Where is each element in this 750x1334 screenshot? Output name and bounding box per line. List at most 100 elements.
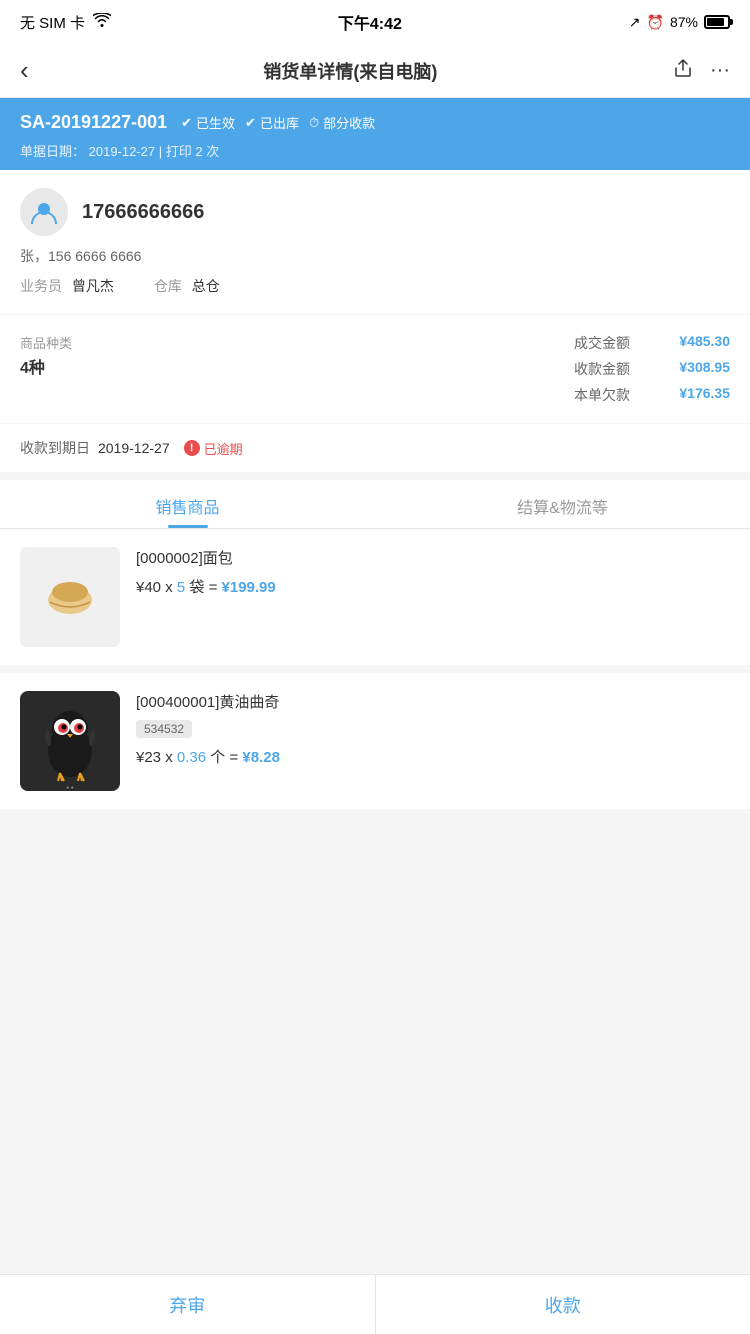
overdue-text: 已逾期	[204, 439, 243, 458]
wifi-icon	[93, 13, 111, 31]
status-activated: ✔ 已生效	[181, 113, 235, 132]
status-activated-label: 已生效	[196, 113, 235, 132]
customer-phone: 17666666666	[82, 201, 204, 224]
status-bar: 无 SIM 卡 下午4:42 ↗ ⏰ 87%	[0, 0, 750, 44]
warehouse-label: 仓库	[154, 278, 182, 294]
back-button[interactable]: ‹	[20, 55, 29, 86]
product-item-2: ● ● [000400001]黄油曲奇 534532 ¥23 x 0.36 个 …	[0, 673, 750, 809]
tabs-container: 销售商品 结算&物流等	[0, 480, 750, 529]
nav-bar: ‹ 销货单详情(来自电脑) ···	[0, 44, 750, 98]
alarm-icon: ⏰	[647, 14, 664, 31]
customer-top: 17666666666	[20, 188, 730, 236]
stats-right: 成交金额 ¥485.30 收款金额 ¥308.95 本单欠款 ¥176.35	[574, 333, 730, 405]
order-id: SA-20191227-001	[20, 112, 167, 133]
deal-amount-row: 成交金额 ¥485.30	[574, 333, 730, 353]
due-date: 2019-12-27	[98, 440, 170, 456]
overdue-badge: ! 已逾期	[184, 439, 243, 458]
product-price-1: ¥40 x 5 袋 = ¥199.99	[136, 576, 730, 597]
debt-amount-label: 本单欠款	[574, 385, 630, 405]
total-2: ¥8.28	[242, 749, 280, 766]
tab-products[interactable]: 销售商品	[0, 480, 375, 528]
bottom-spacer	[0, 817, 750, 887]
product-info-1: [0000002]面包 ¥40 x 5 袋 = ¥199.99	[136, 547, 730, 597]
product-info-2: [000400001]黄油曲奇 534532 ¥23 x 0.36 个 = ¥8…	[136, 691, 730, 767]
cancel-label: 弃审	[169, 1292, 205, 1318]
product-code-2: [000400001]	[136, 694, 219, 711]
price-1: ¥40	[136, 579, 161, 596]
product-title-2: 黄油曲奇	[219, 694, 279, 711]
due-section: 收款到期日 2019-12-27 ! 已逾期	[0, 424, 750, 472]
cancel-button[interactable]: 弃审	[0, 1275, 376, 1334]
svg-text:● ●: ● ●	[66, 785, 73, 791]
tab-settlement[interactable]: 结算&物流等	[375, 480, 750, 528]
order-date: 2019-12-27	[89, 144, 156, 159]
deal-amount-value: ¥485.30	[650, 333, 730, 353]
clock-icon: ⏱	[309, 115, 319, 131]
product-type-label: 商品种类	[20, 333, 72, 352]
product-code-1: [0000002]	[136, 550, 203, 567]
status-left: 无 SIM 卡	[20, 12, 111, 33]
receipt-amount-row: 收款金额 ¥308.95	[574, 359, 730, 379]
receipt-amount-value: ¥308.95	[650, 359, 730, 379]
status-tags: ✔ 已生效 ✔ 已出库 ⏱ 部分收款	[181, 113, 375, 132]
salesperson-value: 曾凡杰	[72, 278, 114, 294]
bottom-bar: 弃审 收款	[0, 1274, 750, 1334]
tab-products-label: 销售商品	[155, 500, 219, 517]
unit-2: 个	[210, 749, 225, 766]
page-title: 销货单详情(来自电脑)	[263, 58, 437, 84]
product-item: [0000002]面包 ¥40 x 5 袋 = ¥199.99	[0, 529, 750, 665]
stats-section: 商品种类 4种 成交金额 ¥485.30 收款金额 ¥308.95 本单欠款 ¥…	[0, 315, 750, 423]
battery-fill	[707, 18, 724, 26]
product-image-2: ● ●	[20, 691, 120, 791]
product-title-1: 面包	[203, 550, 233, 567]
status-shipped-label: 已出库	[260, 113, 299, 132]
product-price-2: ¥23 x 0.36 个 = ¥8.28	[136, 746, 730, 767]
battery-icon	[704, 15, 730, 29]
status-time: 下午4:42	[338, 10, 402, 34]
order-id-row: SA-20191227-001 ✔ 已生效 ✔ 已出库 ⏱ 部分收款	[20, 112, 730, 133]
product-image-1	[20, 547, 120, 647]
salesperson-label: 业务员	[20, 278, 62, 294]
confirm-label: 收款	[545, 1292, 581, 1318]
product-name-2: [000400001]黄油曲奇	[136, 691, 730, 712]
warehouse-value: 总仓	[192, 278, 220, 294]
warehouse-item: 仓库 总仓	[154, 276, 220, 296]
overdue-icon: !	[184, 440, 200, 456]
battery-percent: 87%	[670, 14, 698, 30]
price-2: ¥23	[136, 749, 161, 766]
product-name-1: [0000002]面包	[136, 547, 730, 568]
status-right: ↗ ⏰ 87%	[629, 14, 730, 31]
nav-actions: ···	[672, 57, 730, 85]
status-shipped: ✔ 已出库	[245, 113, 299, 132]
status-partial-label: 部分收款	[323, 113, 375, 132]
total-1: ¥199.99	[222, 579, 276, 596]
qty-1: 5	[177, 579, 185, 596]
tab-settlement-label: 结算&物流等	[517, 500, 608, 517]
salesperson-item: 业务员 曾凡杰	[20, 276, 114, 296]
debt-amount-value: ¥176.35	[650, 385, 730, 405]
more-icon[interactable]: ···	[710, 59, 730, 82]
confirm-button[interactable]: 收款	[376, 1275, 750, 1334]
customer-name-phone: 张，156 6666 6666	[20, 246, 730, 266]
status-partial-payment: ⏱ 部分收款	[309, 113, 375, 132]
customer-meta: 业务员 曾凡杰 仓库 总仓	[20, 276, 730, 296]
unit-1: 袋	[189, 579, 204, 596]
check-icon-1: ✔	[181, 115, 192, 131]
qty-2: 0.36	[177, 749, 206, 766]
deal-amount-label: 成交金额	[574, 333, 630, 353]
receipt-amount-label: 收款金额	[574, 359, 630, 379]
avatar	[20, 188, 68, 236]
due-label: 收款到期日	[20, 438, 90, 458]
order-date-row: 单据日期： 2019-12-27 | 打印 2 次	[20, 141, 730, 160]
header-banner: SA-20191227-001 ✔ 已生效 ✔ 已出库 ⏱ 部分收款 单据日期：…	[0, 98, 750, 170]
carrier-text: 无 SIM 卡	[20, 12, 85, 33]
product-type-count: 4种	[20, 354, 72, 378]
print-info: | 打印 2 次	[159, 144, 219, 159]
debt-amount-row: 本单欠款 ¥176.35	[574, 385, 730, 405]
customer-section: 17666666666 张，156 6666 6666 业务员 曾凡杰 仓库 总…	[0, 170, 750, 314]
product-list: [0000002]面包 ¥40 x 5 袋 = ¥199.99	[0, 529, 750, 809]
check-icon-2: ✔	[245, 115, 256, 131]
date-label: 单据日期：	[20, 144, 85, 159]
share-icon[interactable]	[672, 57, 694, 85]
stats-left: 商品种类 4种	[20, 333, 72, 378]
